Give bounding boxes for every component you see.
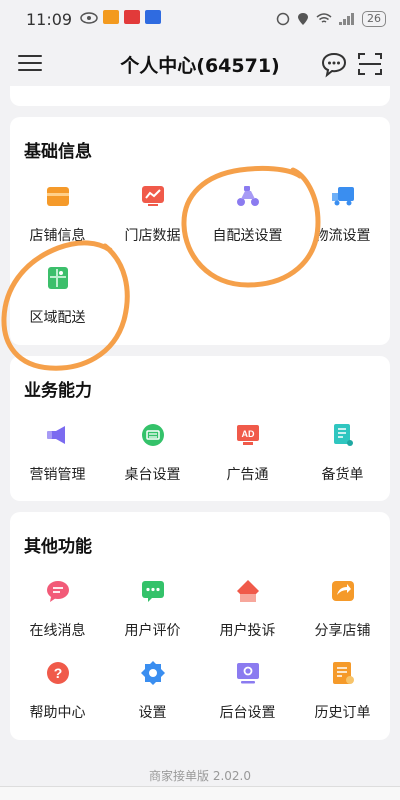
cart-icon [333,424,353,446]
order-history-icon [332,662,354,684]
section-title: 其他功能 [24,537,92,557]
status-time: 11:09 [26,9,73,29]
location-icon [298,13,308,25]
admin-settings-item[interactable]: 后台设置 [200,660,295,722]
scan-icon[interactable] [356,50,384,78]
title-bar: 个人中心(64571) [0,38,400,90]
map-icon [47,267,68,289]
complaint-icon [236,580,259,602]
chart-icon [141,186,164,206]
app-notification-icon [124,10,141,28]
ad-item[interactable]: AD 广告通 [200,422,295,484]
truck-icon [331,187,354,206]
store-data-item[interactable]: 门店数据 [105,183,200,245]
user-review-item[interactable]: 用户评价 [105,578,200,640]
svg-text:?: ? [53,665,62,681]
megaphone-icon [46,426,65,444]
signal-icon [339,13,354,25]
app-notification-icon [145,10,162,28]
settings-icon [140,661,165,685]
business-capability-card: 业务能力 营销管理 桌台设置 AD 广告通 备货单 [10,356,390,501]
status-bar: 11:09 26 [0,0,400,38]
app-notification-icon [103,10,120,28]
stock-list-item[interactable]: 备货单 [295,422,390,484]
user-complaint-item[interactable]: 用户投诉 [200,578,295,640]
table-settings-item[interactable]: 桌台设置 [105,422,200,484]
basic-info-card: 基础信息 店铺信息 门店数据 自配送设置 物流设置 区域配送 [10,117,390,345]
bottom-tab-bar [0,786,400,800]
help-icon: ? [46,662,69,684]
marketing-item[interactable]: 营销管理 [10,422,105,484]
area-delivery-item[interactable]: 区域配送 [10,265,105,327]
share-store-item[interactable]: 分享店铺 [295,578,390,640]
chat-icon[interactable] [320,50,348,78]
ad-icon: AD [236,425,259,445]
menu-button[interactable] [18,52,42,74]
share-icon [331,581,354,601]
page-title: 个人中心(64571) [120,54,280,77]
review-icon [141,581,164,602]
help-center-item[interactable]: ? 帮助中心 [10,660,105,722]
section-title: 基础信息 [24,142,92,162]
svg-text:AD: AD [241,429,254,439]
previous-card-edge [10,86,390,106]
logistics-item[interactable]: 物流设置 [295,183,390,245]
settings-item[interactable]: 设置 [105,660,200,722]
keyboard-icon [141,424,164,446]
other-functions-card: 其他功能 在线消息 用户评价 用户投诉 分享店铺 ? 帮助中心 设置 后台设置 … [10,512,390,740]
section-title: 业务能力 [24,381,92,401]
app-version: 商家接单版 2.02.0 [149,769,251,783]
battery-indicator: 26 [362,11,386,27]
self-delivery-item[interactable]: 自配送设置 [200,183,295,245]
alarm-icon [276,12,290,26]
store-info-item[interactable]: 店铺信息 [10,183,105,245]
wifi-icon [316,13,332,23]
online-message-item[interactable]: 在线消息 [10,578,105,640]
order-history-item[interactable]: 历史订单 [295,660,390,722]
message-icon [46,581,69,602]
eye-icon [80,10,98,28]
admin-icon [236,663,259,684]
scooter-icon [236,186,259,206]
status-icons: 26 [276,11,386,27]
store-icon [46,187,69,206]
